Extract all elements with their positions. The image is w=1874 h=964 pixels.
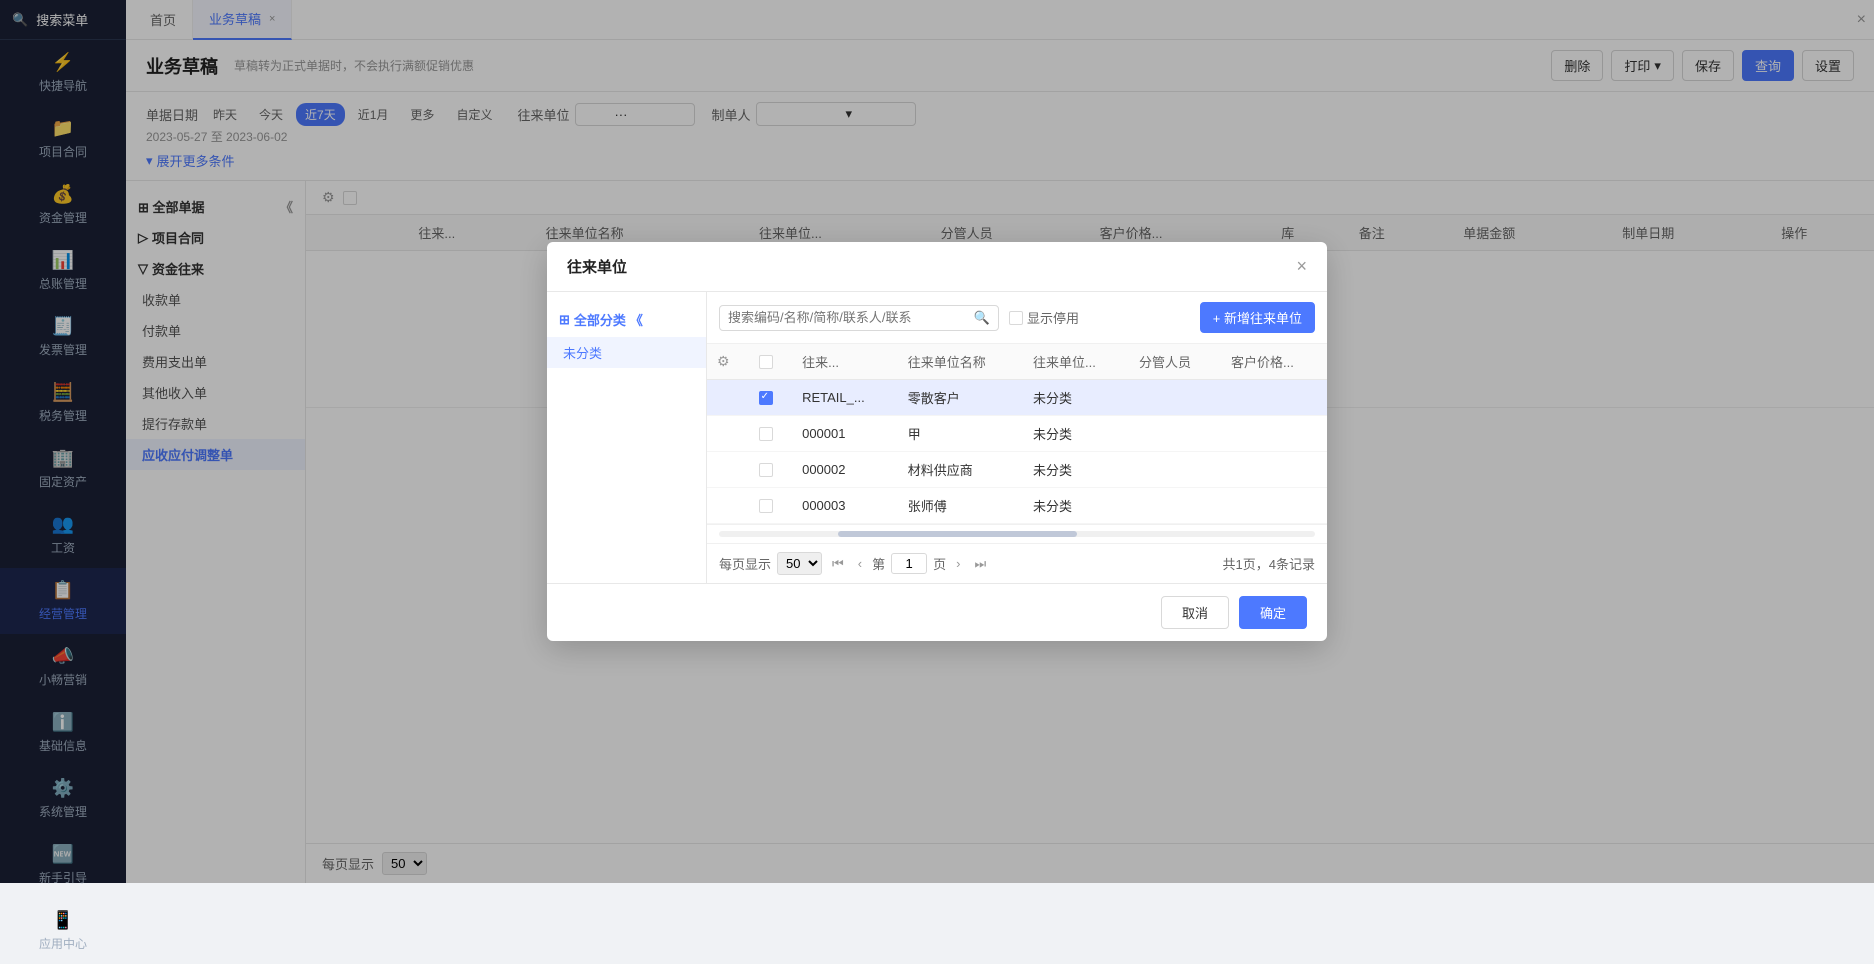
dt-row-manager bbox=[1129, 488, 1221, 524]
dialog-pagination: 每页显示 50 ⏮ ‹ 第 页 › ⏭ 共1页，4条记录 bbox=[707, 543, 1327, 583]
dt-col-check bbox=[749, 344, 792, 380]
app-center-icon: 📱 bbox=[52, 910, 74, 931]
cat-collapse-icon[interactable]: 《 bbox=[630, 310, 643, 329]
cancel-button[interactable]: 取消 bbox=[1161, 596, 1229, 629]
next-page-btn[interactable]: › bbox=[952, 554, 964, 573]
dt-row-checkbox[interactable] bbox=[759, 463, 773, 477]
cat-header-label: 全部分类 bbox=[574, 310, 626, 329]
dt-row-check bbox=[749, 416, 792, 452]
dt-row-name: 零散客户 bbox=[898, 380, 1023, 416]
search-input[interactable] bbox=[728, 310, 968, 325]
dialog-page-size[interactable]: 50 bbox=[777, 552, 822, 575]
dt-row-name: 甲 bbox=[898, 416, 1023, 452]
dt-row-settings bbox=[707, 452, 749, 488]
dt-row-manager bbox=[1129, 416, 1221, 452]
dialog-title: 往来单位 bbox=[567, 256, 627, 277]
dialog-table: ⚙ 往来... 往来单位名称 往来单位... 分管人员 客户价格... bbox=[707, 344, 1327, 524]
search-box[interactable]: 🔍 bbox=[719, 305, 999, 331]
dt-col-settings: ⚙ bbox=[707, 344, 749, 380]
dt-row-code: 000003 bbox=[792, 488, 898, 524]
dialog-close-btn[interactable]: × bbox=[1296, 256, 1307, 277]
table-row[interactable]: 000002 材料供应商 未分类 bbox=[707, 452, 1327, 488]
dt-select-all[interactable] bbox=[759, 355, 773, 369]
dt-row-price bbox=[1221, 452, 1327, 488]
dt-row-checkbox[interactable] bbox=[759, 391, 773, 405]
last-page-btn[interactable]: ⏭ bbox=[970, 554, 990, 574]
dt-row-manager bbox=[1129, 452, 1221, 488]
dt-row-checkbox[interactable] bbox=[759, 427, 773, 441]
search-icon: 🔍 bbox=[974, 310, 990, 326]
dialog-toolbar: 🔍 显示停用 + 新增往来单位 bbox=[707, 292, 1327, 344]
prev-page-btn[interactable]: ‹ bbox=[854, 554, 866, 573]
scroll-thumb[interactable] bbox=[838, 531, 1076, 537]
show-disabled-checkbox[interactable] bbox=[1009, 311, 1023, 325]
dt-row-cat: 未分类 bbox=[1023, 416, 1129, 452]
dialog-right: 🔍 显示停用 + 新增往来单位 ⚙ 往来... bbox=[707, 292, 1327, 583]
dt-col-code: 往来... bbox=[792, 344, 898, 380]
dt-row-check bbox=[749, 380, 792, 416]
dt-row-cat: 未分类 bbox=[1023, 452, 1129, 488]
dt-row-cat: 未分类 bbox=[1023, 488, 1129, 524]
gear-icon[interactable]: ⚙ bbox=[717, 353, 730, 369]
dialog-cat-header[interactable]: ⊞ 全部分类 《 bbox=[547, 302, 706, 337]
scroll-track bbox=[719, 531, 1315, 537]
dialog-scrollbar bbox=[707, 524, 1327, 543]
first-page-btn[interactable]: ⏮ bbox=[828, 554, 848, 574]
dialog-footer: 取消 确定 bbox=[547, 583, 1327, 641]
add-partner-btn[interactable]: + 新增往来单位 bbox=[1200, 302, 1315, 333]
confirm-button[interactable]: 确定 bbox=[1239, 596, 1307, 629]
dt-col-cat: 往来单位... bbox=[1023, 344, 1129, 380]
dt-row-code: 000001 bbox=[792, 416, 898, 452]
modal-overlay: 往来单位 × ⊞ 全部分类 《 未分类 🔍 bbox=[0, 0, 1874, 883]
dt-row-check bbox=[749, 488, 792, 524]
dt-row-check bbox=[749, 452, 792, 488]
dt-row-code: 000002 bbox=[792, 452, 898, 488]
sidebar-item-app-center[interactable]: 📱 应用中心 bbox=[0, 898, 126, 964]
dt-row-manager bbox=[1129, 380, 1221, 416]
grid-icon: ⊞ bbox=[559, 312, 570, 328]
show-disabled-label[interactable]: 显示停用 bbox=[1009, 308, 1079, 327]
table-row[interactable]: 000003 张师傅 未分类 bbox=[707, 488, 1327, 524]
cat-item-uncategorized[interactable]: 未分类 bbox=[547, 337, 706, 368]
dt-row-settings bbox=[707, 416, 749, 452]
page-number-input[interactable] bbox=[891, 553, 927, 574]
page-label: 第 bbox=[872, 554, 885, 573]
dt-row-checkbox[interactable] bbox=[759, 499, 773, 513]
page-total: 共1页，4条记录 bbox=[1223, 554, 1315, 573]
dialog-categories: ⊞ 全部分类 《 未分类 bbox=[547, 292, 707, 583]
dialog-body: ⊞ 全部分类 《 未分类 🔍 显示停用 + 新增往来单 bbox=[547, 292, 1327, 583]
dt-row-name: 材料供应商 bbox=[898, 452, 1023, 488]
dt-row-price bbox=[1221, 416, 1327, 452]
sidebar-item-label: 应用中心 bbox=[39, 935, 87, 952]
dt-row-name: 张师傅 bbox=[898, 488, 1023, 524]
dt-col-name: 往来单位名称 bbox=[898, 344, 1023, 380]
dt-row-settings bbox=[707, 488, 749, 524]
dt-row-settings bbox=[707, 380, 749, 416]
dt-row-price bbox=[1221, 380, 1327, 416]
dt-col-manager: 分管人员 bbox=[1129, 344, 1221, 380]
show-disabled-text: 显示停用 bbox=[1027, 308, 1079, 327]
partner-dialog: 往来单位 × ⊞ 全部分类 《 未分类 🔍 bbox=[547, 242, 1327, 641]
dialog-table-wrap: ⚙ 往来... 往来单位名称 往来单位... 分管人员 客户价格... bbox=[707, 344, 1327, 524]
dt-row-code: RETAIL_... bbox=[792, 380, 898, 416]
dt-row-cat: 未分类 bbox=[1023, 380, 1129, 416]
table-row[interactable]: RETAIL_... 零散客户 未分类 bbox=[707, 380, 1327, 416]
dt-col-price: 客户价格... bbox=[1221, 344, 1327, 380]
page-unit: 页 bbox=[933, 554, 946, 573]
dt-row-price bbox=[1221, 488, 1327, 524]
table-row[interactable]: 000001 甲 未分类 bbox=[707, 416, 1327, 452]
page-size-label: 每页显示 bbox=[719, 554, 771, 573]
dialog-header: 往来单位 × bbox=[547, 242, 1327, 292]
